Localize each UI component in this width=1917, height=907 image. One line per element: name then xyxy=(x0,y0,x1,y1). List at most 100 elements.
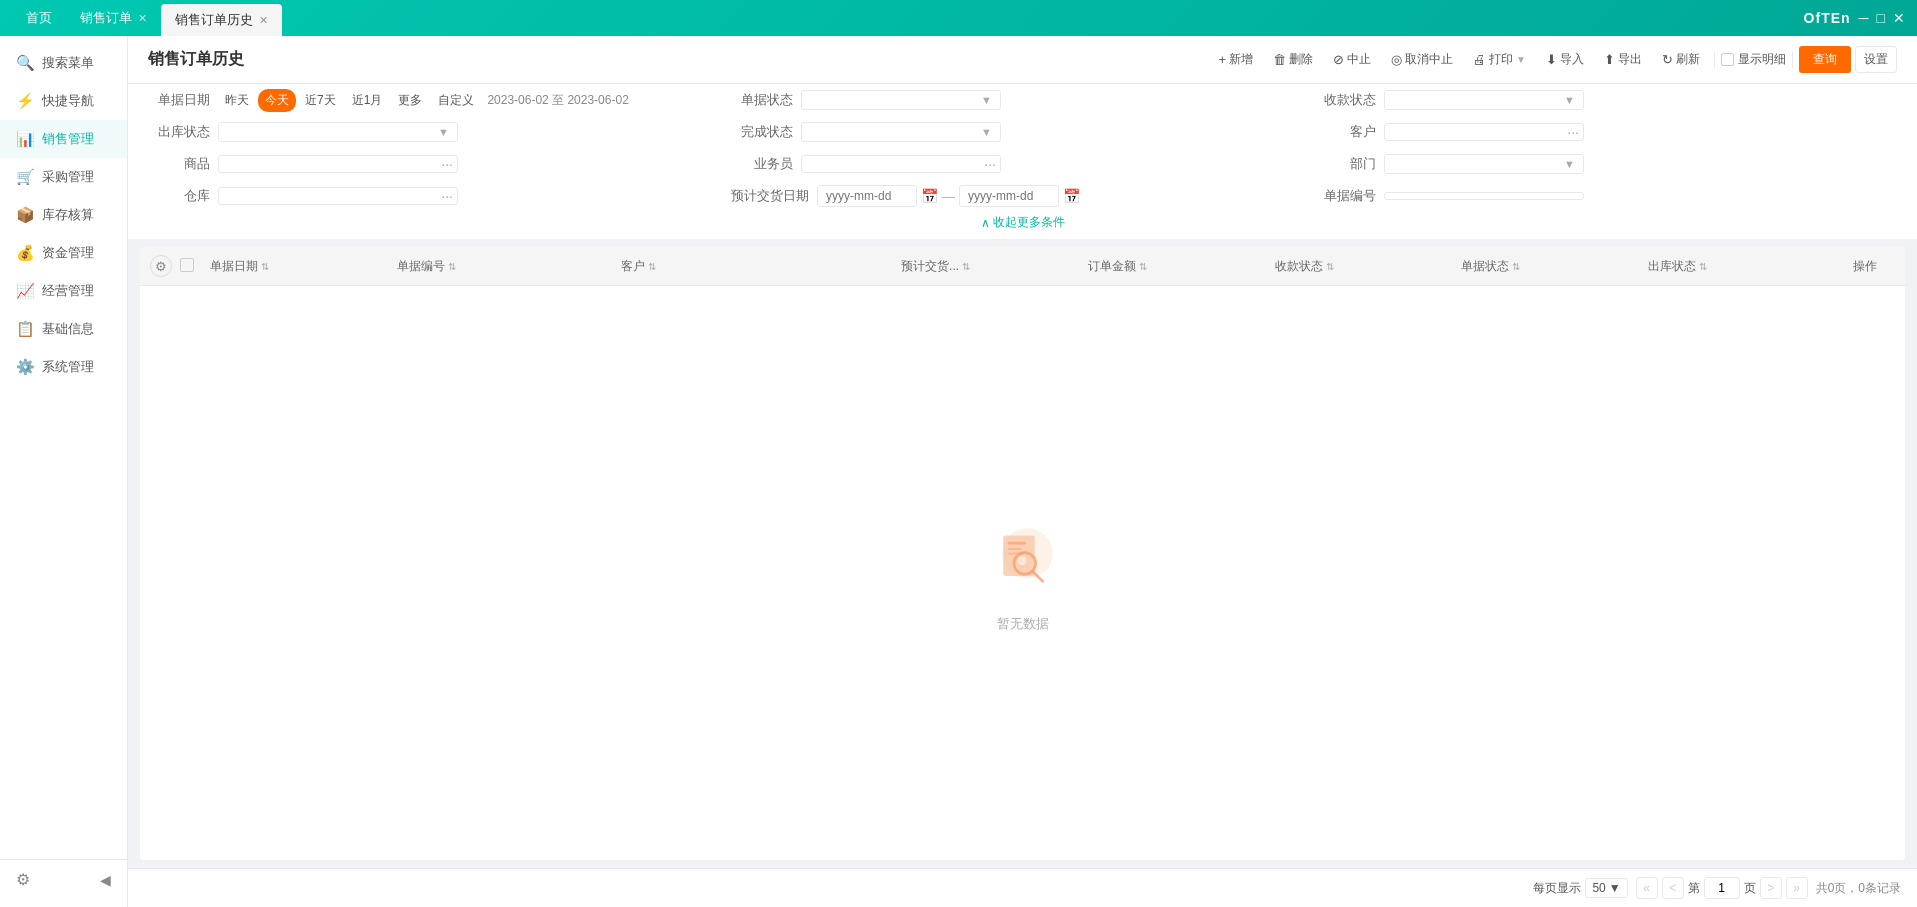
page-last-icon: » xyxy=(1793,881,1800,895)
query-label: 查询 xyxy=(1813,51,1837,68)
table-area: ⚙ 单据日期 ⇅ 单据编号 ⇅ 客户 ⇅ 预计交货... xyxy=(140,247,1905,860)
new-icon: + xyxy=(1219,52,1227,67)
column-settings-button[interactable]: ⚙ xyxy=(150,255,172,277)
tab-sales-order-label: 销售订单 xyxy=(80,9,132,27)
warehouse-value xyxy=(219,193,437,199)
dept-chevron: ▼ xyxy=(1564,158,1575,170)
delivery-date-start[interactable] xyxy=(817,185,917,207)
bill-status-label: 单据状态 xyxy=(731,91,801,109)
display-toggle-checkbox[interactable] xyxy=(1721,53,1734,66)
date-today[interactable]: 今天 xyxy=(258,89,296,112)
delete-button[interactable]: 🗑 删除 xyxy=(1265,47,1321,72)
collapse-row: ∧ 收起更多条件 xyxy=(148,214,1897,231)
receipt-status-chevron: ▼ xyxy=(1564,94,1575,106)
sidebar-item-quick-nav[interactable]: ⚡ 快捷导航 xyxy=(0,82,127,120)
sidebar-item-system-mgmt[interactable]: ⚙️ 系统管理 xyxy=(0,348,127,386)
sidebar-item-inventory[interactable]: 📦 库存核算 xyxy=(0,196,127,234)
sidebar-item-label-operation: 经营管理 xyxy=(42,282,94,300)
page-next-btn[interactable]: > xyxy=(1760,877,1782,899)
delete-label: 删除 xyxy=(1289,51,1313,68)
sidebar-item-label-inventory: 库存核算 xyxy=(42,206,94,224)
import-button[interactable]: ⬇ 导入 xyxy=(1538,47,1592,72)
sidebar-item-label-search-menu: 搜索菜单 xyxy=(42,54,94,72)
complete-status-select[interactable]: ▼ xyxy=(801,122,1001,142)
page-number-input[interactable] xyxy=(1704,877,1740,899)
dept-select[interactable]: ▼ xyxy=(1384,154,1584,174)
sidebar-item-sales-mgmt[interactable]: 📊 销售管理 xyxy=(0,120,127,158)
sidebar-item-finance[interactable]: 💰 资金管理 xyxy=(0,234,127,272)
maximize-btn[interactable]: □ xyxy=(1877,10,1885,26)
collapse-button[interactable]: ∧ 收起更多条件 xyxy=(981,214,1065,231)
delivery-date-end[interactable] xyxy=(959,185,1059,207)
import-label: 导入 xyxy=(1560,51,1584,68)
sidebar-item-search-menu[interactable]: 🔍 搜索菜单 xyxy=(0,44,127,82)
col-header-date[interactable]: 单据日期 ⇅ xyxy=(210,258,397,275)
customer-value xyxy=(1385,129,1563,135)
col-header-delivery[interactable]: 预计交货... ⇅ xyxy=(901,258,1088,275)
page-size-value: 50 xyxy=(1592,881,1605,895)
sidebar-item-label-base-info: 基础信息 xyxy=(42,320,94,338)
date-dash: — xyxy=(942,189,955,204)
display-toggle[interactable]: 显示明细 xyxy=(1721,51,1786,68)
goods-ellipsis[interactable]: ··· xyxy=(437,156,457,172)
page-first-btn[interactable]: « xyxy=(1636,877,1658,899)
col-amount-sort: ⇅ xyxy=(1139,261,1147,272)
tab-sales-order-close[interactable]: ✕ xyxy=(138,12,147,25)
query-button[interactable]: 查询 xyxy=(1799,46,1851,73)
filter-goods: 商品 ··· xyxy=(148,148,731,180)
brand-text: OfTEn xyxy=(1804,10,1851,26)
tab-sales-order-history-close[interactable]: ✕ xyxy=(259,14,268,27)
col-header-out[interactable]: 出库状态 ⇅ xyxy=(1648,258,1835,275)
page-prev-btn[interactable]: < xyxy=(1662,877,1684,899)
stop-icon: ⊘ xyxy=(1333,52,1344,67)
close-btn[interactable]: ✕ xyxy=(1893,10,1905,26)
svg-rect-3 xyxy=(1007,548,1021,550)
col-date-sort: ⇅ xyxy=(261,261,269,272)
col-header-receipt[interactable]: 收款状态 ⇅ xyxy=(1275,258,1462,275)
salesperson-value xyxy=(802,161,980,167)
stop-button[interactable]: ⊘ 中止 xyxy=(1325,47,1379,72)
refresh-button[interactable]: ↻ 刷新 xyxy=(1654,47,1708,72)
date-more[interactable]: 更多 xyxy=(391,89,429,112)
export-button[interactable]: ⬆ 导出 xyxy=(1596,47,1650,72)
sidebar-item-operation[interactable]: 📈 经营管理 xyxy=(0,272,127,310)
toolbar-divider2 xyxy=(1792,52,1793,68)
date-yesterday[interactable]: 昨天 xyxy=(218,89,256,112)
tab-sales-order-history[interactable]: 销售订单历史 ✕ xyxy=(161,4,282,36)
out-status-select[interactable]: ▼ xyxy=(218,122,458,142)
minimize-btn[interactable]: ─ xyxy=(1859,10,1869,26)
col-header-number[interactable]: 单据编号 ⇅ xyxy=(397,258,621,275)
start-calendar-icon[interactable]: 📅 xyxy=(921,188,938,204)
page-last-btn[interactable]: » xyxy=(1786,877,1808,899)
bill-status-chevron: ▼ xyxy=(981,94,992,106)
date-1month[interactable]: 近1月 xyxy=(345,89,390,112)
print-button[interactable]: 🖨 打印 ▼ xyxy=(1465,47,1534,72)
sidebar-collapse-icon[interactable]: ◀ xyxy=(100,872,111,888)
tab-home[interactable]: 首页 xyxy=(12,0,66,36)
col-header-amount[interactable]: 订单金额 ⇅ xyxy=(1088,258,1275,275)
end-calendar-icon[interactable]: 📅 xyxy=(1063,188,1080,204)
settings-button[interactable]: 设置 xyxy=(1855,46,1897,73)
page-size-select[interactable]: 50 ▼ xyxy=(1585,878,1627,898)
col-header-status[interactable]: 单据状态 ⇅ xyxy=(1461,258,1648,275)
col-header-customer[interactable]: 客户 ⇅ xyxy=(621,258,901,275)
cancel-stop-button[interactable]: ◎ 取消中止 xyxy=(1383,47,1461,72)
salesperson-ellipsis[interactable]: ··· xyxy=(980,156,1000,172)
sidebar-item-base-info[interactable]: 📋 基础信息 xyxy=(0,310,127,348)
customer-ellipsis[interactable]: ··· xyxy=(1563,124,1583,140)
filter-grid-row3: 商品 ··· 业务员 ··· 部门 xyxy=(148,148,1897,180)
receipt-status-select[interactable]: ▼ xyxy=(1384,90,1584,110)
warehouse-ellipsis[interactable]: ··· xyxy=(437,188,457,204)
sidebar-settings-icon[interactable]: ⚙ xyxy=(16,870,30,889)
page-size-prefix-label: 每页显示 xyxy=(1533,880,1581,897)
col-action-label: 操作 xyxy=(1853,259,1877,273)
date-7days[interactable]: 近7天 xyxy=(298,89,343,112)
sidebar-item-label-purchase-mgmt: 采购管理 xyxy=(42,168,94,186)
new-button[interactable]: + 新增 xyxy=(1211,47,1262,72)
select-all-checkbox[interactable] xyxy=(180,258,194,272)
bill-status-select[interactable]: ▼ xyxy=(801,90,1001,110)
date-custom[interactable]: 自定义 xyxy=(431,89,481,112)
filter-receipt-status: 收款状态 ▼ xyxy=(1314,84,1897,116)
tab-sales-order[interactable]: 销售订单 ✕ xyxy=(66,0,161,36)
sidebar-item-purchase-mgmt[interactable]: 🛒 采购管理 xyxy=(0,158,127,196)
